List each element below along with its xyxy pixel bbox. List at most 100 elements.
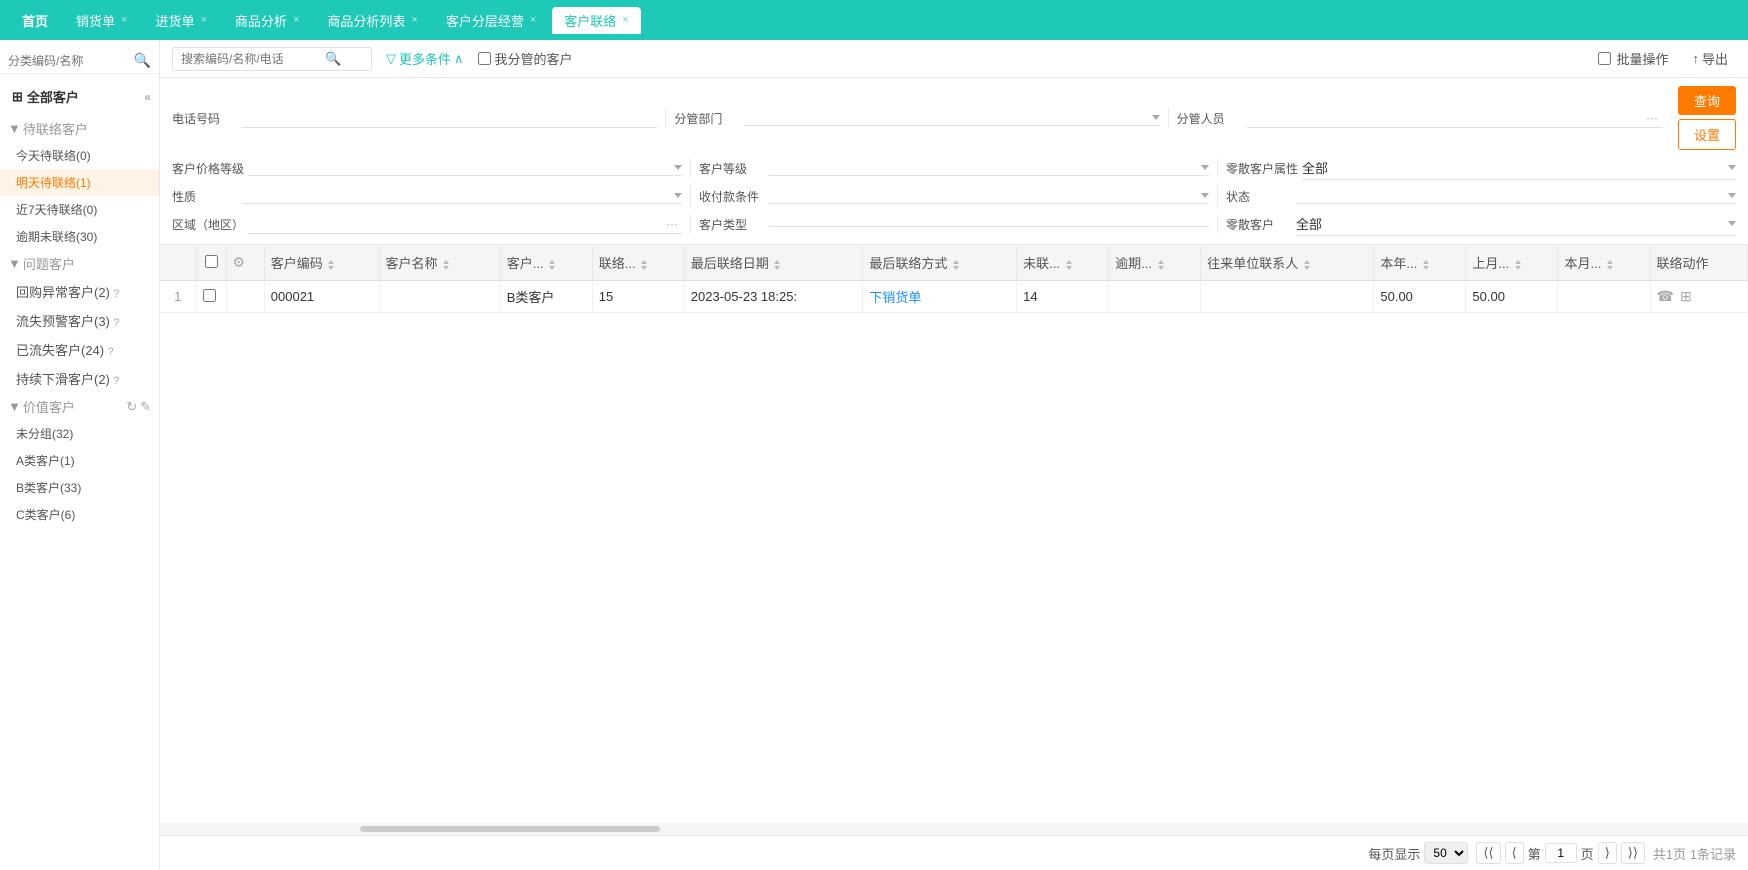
chevron-down-icon: [1728, 162, 1736, 173]
nav-item-customer-ops[interactable]: 客户分层经营 ×: [434, 7, 548, 34]
last-page-btn[interactable]: ⟩⟩: [1621, 842, 1645, 864]
dept-select[interactable]: [744, 110, 1159, 126]
sidebar-item-c-class[interactable]: C类客户(6): [0, 501, 159, 528]
col-customer-code[interactable]: 客户编码: [264, 245, 379, 281]
col-not-contacted[interactable]: 未联...: [1017, 245, 1109, 281]
prev-page-btn[interactable]: ⟨: [1505, 842, 1524, 864]
sidebar-item-a-class[interactable]: A类客户(1): [0, 447, 159, 474]
select-all-checkbox[interactable]: [205, 255, 218, 268]
sidebar-item-churned[interactable]: 已流失客户(24) ?: [0, 335, 159, 364]
close-icon[interactable]: ×: [200, 14, 206, 26]
sidebar-item-abnormal[interactable]: 回购异常客户(2) ?: [0, 277, 159, 306]
settings-gear-icon[interactable]: ⚙: [233, 254, 246, 270]
col-last-contact-date[interactable]: 最后联络日期: [684, 245, 863, 281]
nav-item-analysis[interactable]: 商品分析 ×: [223, 7, 311, 34]
sidebar-item-declining[interactable]: 持续下滑客户(2) ?: [0, 364, 159, 393]
col-this-year[interactable]: 本年...: [1374, 245, 1466, 281]
col-this-month[interactable]: 本月...: [1558, 245, 1650, 281]
col-last-contact-method[interactable]: 最后联络方式: [863, 245, 1017, 281]
close-icon[interactable]: ×: [622, 14, 628, 26]
sort-arrows: [443, 260, 449, 270]
row-select-checkbox[interactable]: [203, 289, 216, 302]
sidebar-item-tomorrow[interactable]: 明天待联络(1): [0, 169, 159, 196]
close-icon[interactable]: ×: [411, 14, 417, 26]
nature-select[interactable]: [242, 188, 682, 204]
sort-arrows: [953, 260, 959, 270]
person-field: 分管人员 ···: [1177, 109, 1662, 128]
nav-item-purchase[interactable]: 进货单 ×: [143, 7, 218, 34]
dept-label: 分管部门: [674, 110, 744, 127]
sort-arrows: [1158, 260, 1164, 270]
edit-icon[interactable]: ✎: [140, 399, 151, 415]
sidebar-all-customers[interactable]: ⊞ 全部客户: [6, 82, 87, 111]
col-customer-type[interactable]: 客户...: [500, 245, 592, 281]
more-icon[interactable]: ···: [662, 217, 682, 231]
customer-grade-select[interactable]: [769, 160, 1209, 176]
phone-field: 电话号码: [172, 109, 657, 128]
retail-attr-select[interactable]: 全部: [1302, 156, 1736, 180]
region-select[interactable]: ···: [248, 215, 682, 234]
nav-item-analysis-list[interactable]: 商品分析列表 ×: [315, 7, 429, 34]
more-icon[interactable]: ···: [1642, 111, 1662, 125]
sidebar-item-today[interactable]: 今天待联络(0): [0, 142, 159, 169]
sidebar-search-box[interactable]: 🔍: [0, 48, 159, 74]
status-select[interactable]: [1296, 188, 1736, 204]
close-icon[interactable]: ×: [530, 14, 536, 26]
divider: [1217, 158, 1218, 178]
payment-field: 收付款条件: [699, 188, 1209, 205]
batch-ops-btn[interactable]: 批量操作: [1590, 46, 1676, 71]
col-last-month[interactable]: 上月...: [1466, 245, 1558, 281]
search-box[interactable]: 🔍: [172, 47, 372, 71]
retail-select[interactable]: 全部: [1296, 212, 1736, 236]
row-last-contact-method: 下销货单: [863, 281, 1017, 313]
settings-btn[interactable]: 设置: [1678, 119, 1736, 150]
next-page-btn[interactable]: ⟩: [1598, 842, 1617, 864]
table-row: 1 000021 Ea客户名称 B类客户 15 2023-05-23 18:25…: [160, 281, 1748, 313]
col-overdue[interactable]: 逾期...: [1109, 245, 1201, 281]
arrow-down-icon: ▼: [8, 256, 21, 271]
sidebar-search-input[interactable]: [8, 54, 134, 68]
sidebar-item-ungrouped[interactable]: 未分组(32): [0, 420, 159, 447]
sort-arrows: [549, 260, 555, 270]
payment-select[interactable]: [769, 188, 1209, 204]
search-icon[interactable]: 🔍: [325, 51, 341, 67]
phone-icon[interactable]: ☎: [1657, 288, 1674, 305]
nav-home[interactable]: 首页: [10, 7, 60, 34]
search-input[interactable]: [181, 52, 321, 66]
divider: [690, 158, 691, 178]
export-btn[interactable]: ↑ 导出: [1684, 46, 1736, 71]
page-size-select[interactable]: 50: [1424, 842, 1468, 864]
more-conditions-btn[interactable]: ▽ 更多条件 ∧: [380, 46, 470, 71]
col-customer-name[interactable]: 客户名称: [379, 245, 500, 281]
phone-input[interactable]: [242, 109, 657, 128]
nav-item-sales[interactable]: 销货单 ×: [64, 7, 139, 34]
scrollbar-thumb[interactable]: [360, 826, 660, 832]
refresh-icon[interactable]: ↻: [126, 399, 137, 415]
first-page-btn[interactable]: ⟨⟨: [1476, 842, 1500, 864]
my-customers-check[interactable]: [478, 52, 491, 65]
arrow-down-icon: ▼: [8, 121, 21, 136]
row-checkbox[interactable]: [196, 281, 226, 313]
filter-right: 批量操作 ↑ 导出: [1590, 46, 1736, 71]
col-contact[interactable]: 联络...: [592, 245, 684, 281]
search-icon[interactable]: 🔍: [134, 52, 151, 69]
query-btn[interactable]: 查询: [1678, 86, 1736, 115]
col-contact-person[interactable]: 往来单位联系人: [1201, 245, 1374, 281]
my-customers-checkbox[interactable]: 我分管的客户: [478, 49, 573, 68]
value-grade-select[interactable]: [248, 160, 682, 176]
sidebar-item-7days[interactable]: 近7天待联络(0): [0, 196, 159, 223]
grid-action-icon[interactable]: ⊞: [1680, 288, 1692, 305]
divider: [690, 186, 691, 206]
sidebar-item-overdue[interactable]: 逾期未联络(30): [0, 223, 159, 250]
collapse-icon[interactable]: «: [144, 90, 151, 104]
page-number-input[interactable]: [1545, 843, 1577, 863]
sidebar-item-churn-warn[interactable]: 流失预警客户(3) ?: [0, 306, 159, 335]
customer-type-select[interactable]: [769, 222, 1209, 227]
person-select[interactable]: ···: [1247, 109, 1662, 128]
close-icon[interactable]: ×: [121, 14, 127, 26]
col-settings: ⚙: [226, 245, 264, 281]
sidebar-item-b-class[interactable]: B类客户(33): [0, 474, 159, 501]
nav-item-customer-contact[interactable]: 客户联络 ×: [552, 7, 640, 34]
batch-checkbox[interactable]: [1598, 52, 1611, 65]
close-icon[interactable]: ×: [293, 14, 299, 26]
